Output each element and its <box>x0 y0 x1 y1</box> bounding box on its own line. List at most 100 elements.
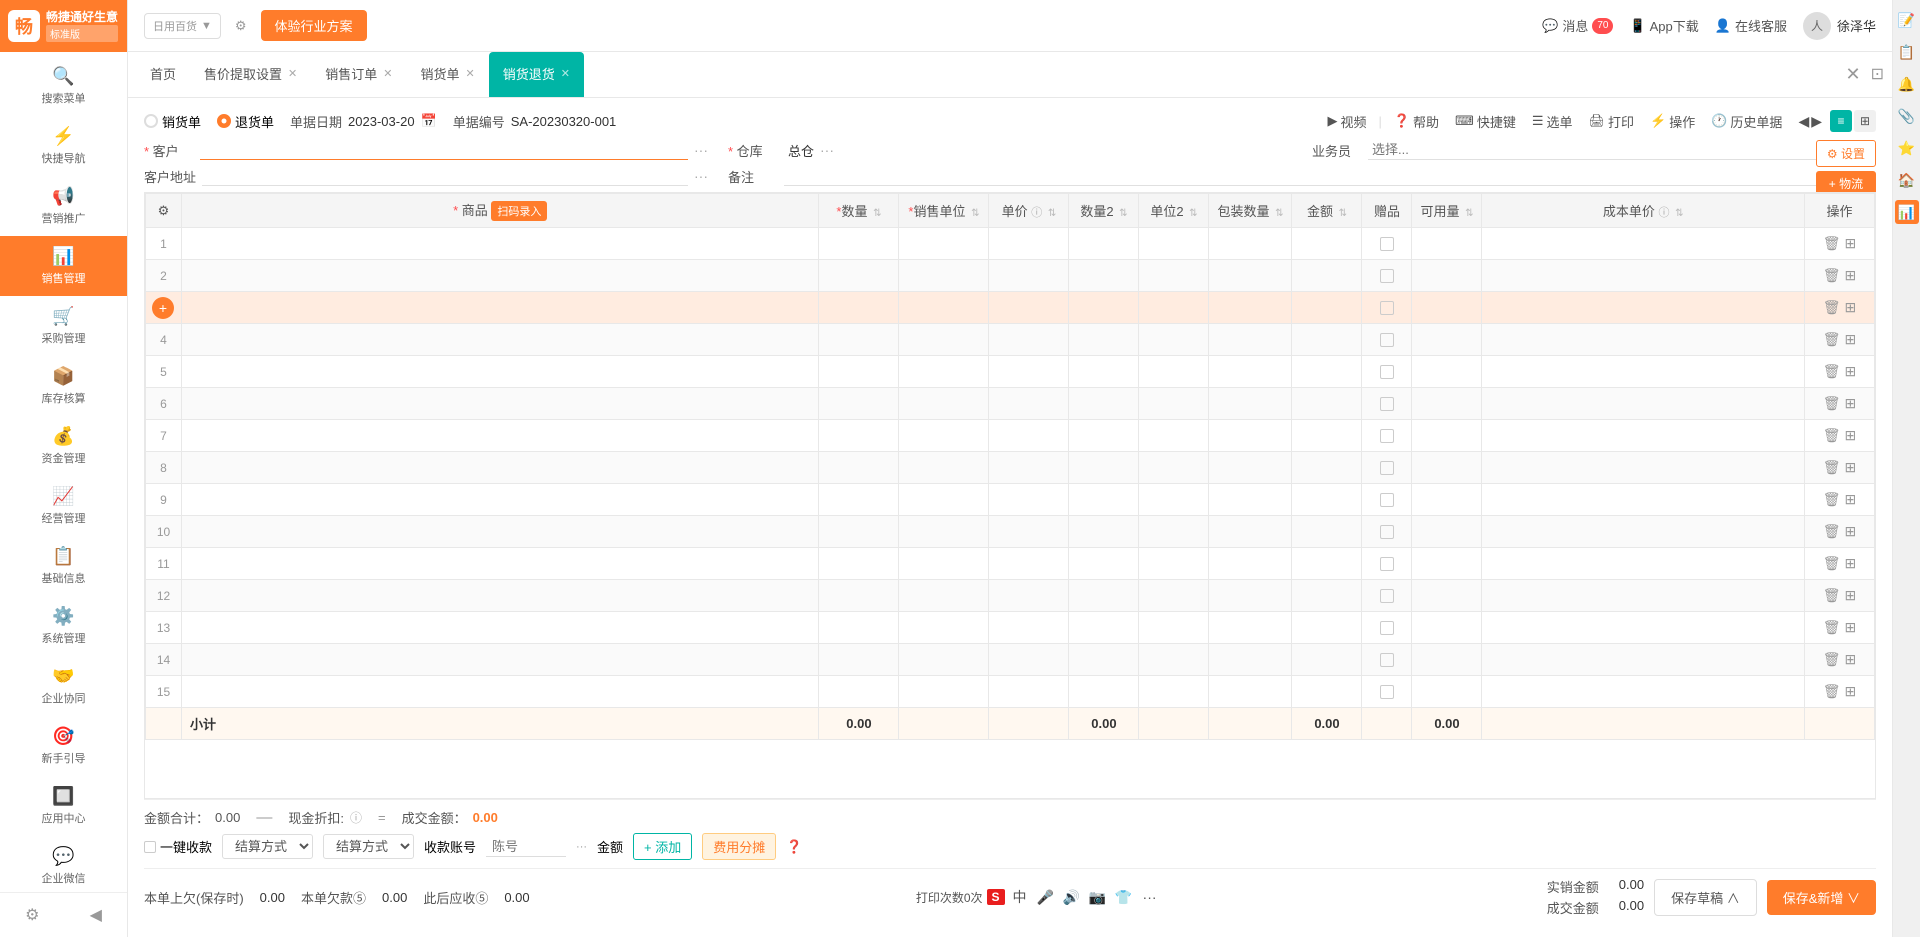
gift-cb-2[interactable] <box>1380 269 1394 283</box>
customer-input[interactable] <box>200 140 688 160</box>
app-download-btn[interactable]: 📱 App下载 <box>1629 16 1698 35</box>
delete-row-btn-7[interactable]: 🗑 <box>1823 427 1841 444</box>
sort-unit-icon[interactable]: ⇅ <box>971 208 979 219</box>
sort-price-icon[interactable]: ⇅ <box>1048 208 1056 219</box>
sort-cost-icon[interactable]: ⇅ <box>1675 208 1683 219</box>
product-cell-8[interactable] <box>182 452 819 484</box>
rs-list-icon[interactable]: 📋 <box>1895 40 1919 64</box>
product-cell-9[interactable] <box>182 484 819 516</box>
gift-cb-5[interactable] <box>1380 365 1394 379</box>
user-info[interactable]: 人 徐泽华 <box>1803 12 1876 40</box>
customer-dots[interactable]: ··· <box>694 142 708 158</box>
next-record[interactable]: ▶ <box>1811 113 1822 130</box>
product-cell-15[interactable] <box>182 676 819 708</box>
product-cell-12[interactable] <box>182 580 819 612</box>
tab-order-close[interactable]: ✕ <box>383 67 392 80</box>
add-row-btn-3[interactable]: + <box>152 297 174 319</box>
rs-bell-icon[interactable]: 🔔 <box>1895 72 1919 96</box>
list-view-btn[interactable]: ≡ <box>1830 110 1852 132</box>
shirt-icon[interactable]: 👕 <box>1113 886 1135 908</box>
delete-row-btn-15[interactable]: 🗑 <box>1823 683 1841 700</box>
product-cell-3[interactable] <box>182 292 819 324</box>
tab-price[interactable]: 售价提取设置 ✕ <box>190 52 311 97</box>
sidebar-item-apps[interactable]: 🔲 应用中心 <box>0 776 127 836</box>
online-service-btn[interactable]: 👤 在线客服 <box>1715 16 1787 35</box>
fee-help-icon[interactable]: ❓ <box>786 839 802 855</box>
sort-qty2-icon[interactable]: ⇅ <box>1119 208 1127 219</box>
rs-home-icon[interactable]: 🏠 <box>1895 168 1919 192</box>
shortcut-link[interactable]: ⌨ 快捷键 <box>1451 112 1520 131</box>
camera-icon[interactable]: 📷 <box>1087 886 1109 908</box>
prev-record[interactable]: ◀ <box>1798 113 1809 130</box>
copy-row-btn-5[interactable]: ⊞ <box>1845 363 1857 380</box>
copy-row-btn-1[interactable]: ⊞ <box>1845 235 1857 252</box>
product-cell-13[interactable] <box>182 612 819 644</box>
gift-cb-10[interactable] <box>1380 525 1394 539</box>
sidebar-item-guide[interactable]: 🎯 新手引导 <box>0 716 127 776</box>
gift-cb-4[interactable] <box>1380 333 1394 347</box>
rs-star-icon[interactable]: ⭐ <box>1895 136 1919 160</box>
one-key-payment-checkbox[interactable]: 一键收款 <box>144 837 212 856</box>
gift-cb-1[interactable] <box>1380 237 1394 251</box>
calc-method-select[interactable]: 结算方式 <box>323 834 414 859</box>
radio-sale-order[interactable]: 销货单 <box>144 112 201 131</box>
delete-row-btn-5[interactable]: 🗑 <box>1823 363 1841 380</box>
gift-cb-7[interactable] <box>1380 429 1394 443</box>
product-cell-4[interactable] <box>182 324 819 356</box>
product-cell-7[interactable] <box>182 420 819 452</box>
video-link[interactable]: ▶ 视频 <box>1323 112 1370 131</box>
copy-row-btn-13[interactable]: ⊞ <box>1845 619 1857 636</box>
tab-return-close[interactable]: ✕ <box>561 67 570 80</box>
settings-btn[interactable]: ⚙ 设置 <box>1816 140 1876 167</box>
address-input[interactable] <box>202 166 688 186</box>
gift-cb-9[interactable] <box>1380 493 1394 507</box>
address-dots[interactable]: ··· <box>694 168 708 184</box>
gift-cb-13[interactable] <box>1380 621 1394 635</box>
sidebar-item-enterprise[interactable]: 🤝 企业协同 <box>0 656 127 716</box>
tab-price-close[interactable]: ✕ <box>288 67 297 80</box>
maximize-tabs[interactable]: ⊡ <box>1871 64 1884 85</box>
copy-row-btn-10[interactable]: ⊞ <box>1845 523 1857 540</box>
settings-bottom-icon[interactable]: ⚙ <box>21 901 43 929</box>
product-cell-11[interactable] <box>182 548 819 580</box>
product-cell-1[interactable] <box>182 228 819 260</box>
operate-link[interactable]: ⚡ 操作 <box>1646 112 1699 131</box>
product-input-3[interactable] <box>188 298 812 317</box>
more-icon[interactable]: ··· <box>1139 886 1161 908</box>
radio-return-order[interactable]: 退货单 <box>217 112 274 131</box>
sort-amount-icon[interactable]: ⇅ <box>1339 208 1347 219</box>
save-draft-btn[interactable]: 保存草稿 ∧ <box>1654 879 1757 916</box>
sidebar-item-finance[interactable]: 💰 资金管理 <box>0 416 127 476</box>
delete-row-btn-10[interactable]: 🗑 <box>1823 523 1841 540</box>
scan-input-btn[interactable]: 扫码录入 <box>491 201 547 221</box>
delete-row-btn-14[interactable]: 🗑 <box>1823 651 1841 668</box>
sidebar-item-sales[interactable]: 📊 销售管理 <box>0 236 127 296</box>
sort-available-icon[interactable]: ⇅ <box>1465 208 1473 219</box>
rs-edit-icon[interactable]: 📝 <box>1895 8 1919 32</box>
copy-row-btn-6[interactable]: ⊞ <box>1845 395 1857 412</box>
copy-row-btn-3[interactable]: ⊞ <box>1845 299 1857 316</box>
sidebar-item-search[interactable]: 🔍 搜索菜单 <box>0 56 127 116</box>
sort-unit2-icon[interactable]: ⇅ <box>1189 208 1197 219</box>
delete-row-btn-13[interactable]: 🗑 <box>1823 619 1841 636</box>
sort-pack-icon[interactable]: ⇅ <box>1275 208 1283 219</box>
copy-row-btn-4[interactable]: ⊞ <box>1845 331 1857 348</box>
header-gear-btn[interactable]: ⚙ <box>229 12 253 40</box>
th-gear[interactable]: ⚙ <box>146 194 182 228</box>
gift-cb-11[interactable] <box>1380 557 1394 571</box>
industry-select[interactable]: 日用百货 ▼ <box>144 13 221 39</box>
delete-row-btn-2[interactable]: 🗑 <box>1823 267 1841 284</box>
copy-row-btn-15[interactable]: ⊞ <box>1845 683 1857 700</box>
tab-return[interactable]: 销货退货 ✕ <box>489 52 584 97</box>
history-link[interactable]: 🕐 历史单据 <box>1707 112 1786 131</box>
sidebar-item-inventory[interactable]: 📦 库存核算 <box>0 356 127 416</box>
rs-active-icon[interactable]: 📊 <box>1895 200 1919 224</box>
staff-input[interactable] <box>1368 140 1856 160</box>
product-cell-2[interactable] <box>182 260 819 292</box>
settle-method-select[interactable]: 结算方式 <box>222 834 313 859</box>
mic-icon[interactable]: 🎤 <box>1035 886 1057 908</box>
tab-order[interactable]: 销售订单 ✕ <box>311 52 406 97</box>
delete-row-btn-4[interactable]: 🗑 <box>1823 331 1841 348</box>
help-link[interactable]: ❓ 帮助 <box>1390 112 1443 131</box>
tab-home[interactable]: 首页 <box>136 52 190 97</box>
